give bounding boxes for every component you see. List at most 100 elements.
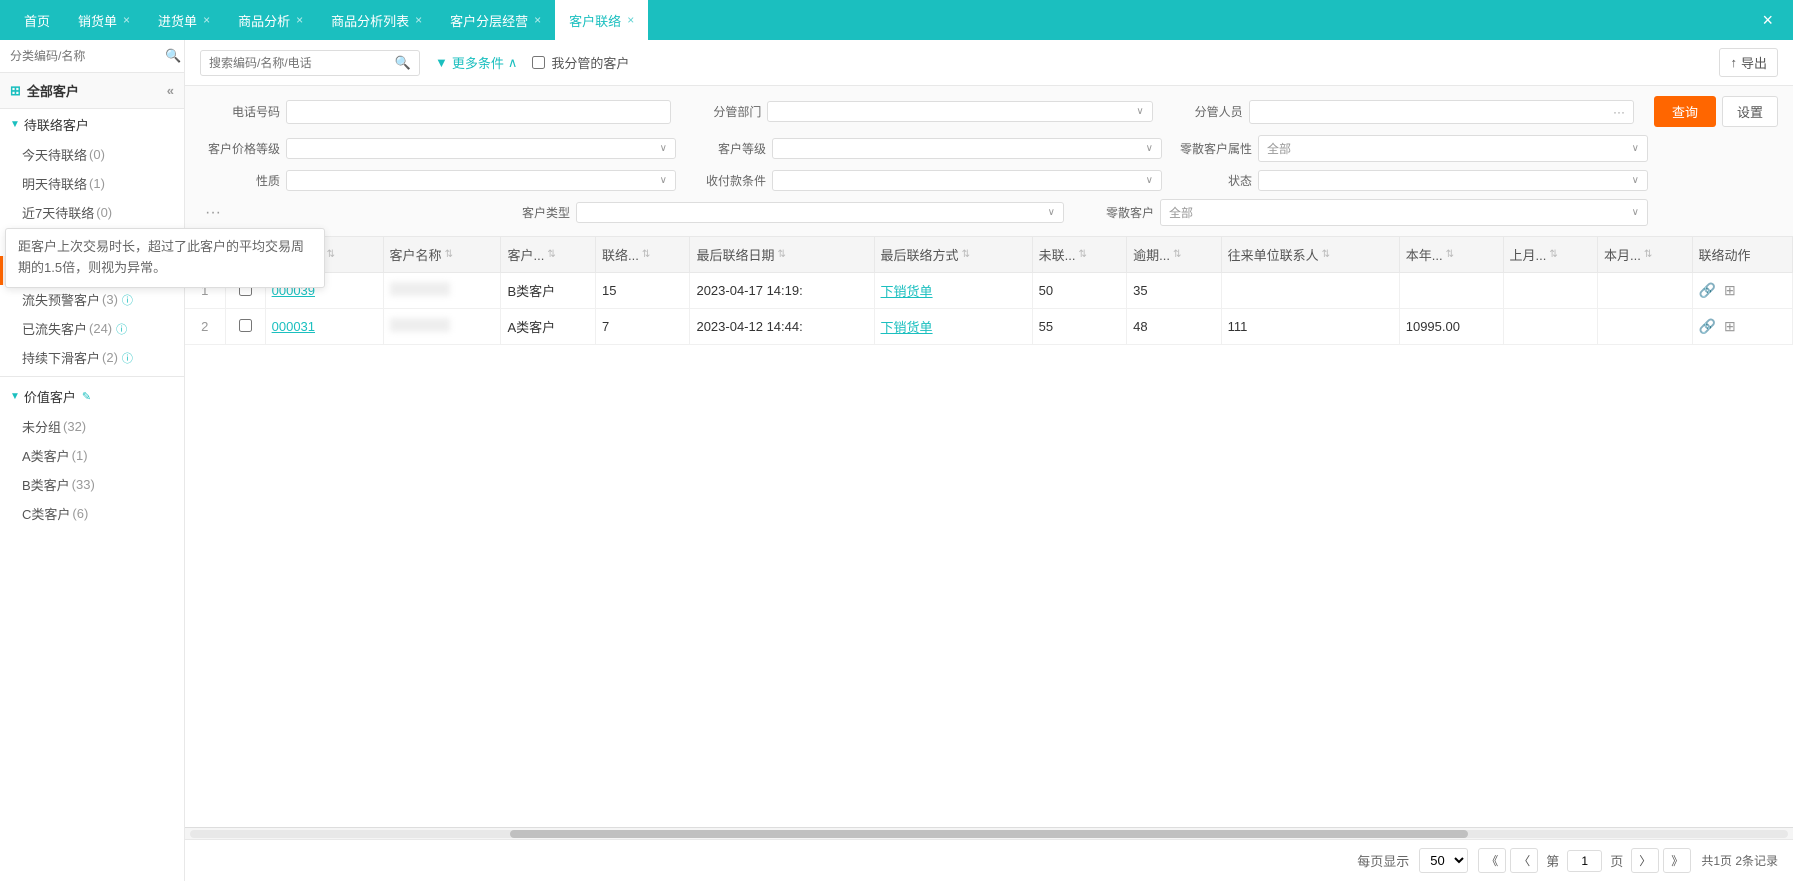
- export-button[interactable]: ↑ 导出: [1719, 48, 1778, 77]
- person-dots[interactable]: ···: [1613, 105, 1625, 119]
- page-size-select[interactable]: 50: [1419, 848, 1468, 873]
- nav-product-analysis-close[interactable]: ×: [296, 13, 303, 27]
- price-level-chevron: ∨: [660, 143, 667, 154]
- horizontal-scrollbar[interactable]: [185, 827, 1793, 839]
- nav-product-analysis-list-close[interactable]: ×: [415, 13, 422, 27]
- col-not-contact-sort[interactable]: 未联... ⇅: [1039, 245, 1121, 264]
- sidebar-item-tomorrow[interactable]: 明天待联络(1): [0, 169, 184, 198]
- dept-select[interactable]: ∨: [767, 101, 1152, 122]
- pagination-bar: 每页显示 50 《 〈 第 页 〉 》 共1页 2条记录: [185, 839, 1793, 881]
- prev-page-btn[interactable]: 〈: [1510, 848, 1538, 873]
- sidebar-item-a-class[interactable]: A类客户(1): [0, 441, 184, 470]
- pending-contact-group-header[interactable]: ▼ 待联络客户: [0, 109, 184, 140]
- page-number-input[interactable]: [1567, 850, 1602, 872]
- col-last-month-sort[interactable]: 上月... ⇅: [1510, 245, 1592, 264]
- sort-icon-date: ⇅: [777, 250, 785, 260]
- nav-home[interactable]: 首页: [10, 0, 64, 40]
- col-this-month-sort[interactable]: 本月... ⇅: [1604, 245, 1686, 264]
- row1-action-grid-icon[interactable]: ⊞: [1724, 282, 1736, 299]
- nav-product-analysis-list[interactable]: 商品分析列表 ×: [317, 0, 436, 40]
- row2-action-link-icon[interactable]: 🔗: [1699, 318, 1716, 335]
- window-close-button[interactable]: ×: [1752, 10, 1783, 31]
- retail-customer-select[interactable]: 全部 ∨: [1160, 199, 1648, 226]
- sidebar-search-container: 🔍: [0, 40, 184, 73]
- nav-purchase-order[interactable]: 进货单 ×: [144, 0, 224, 40]
- col-not-contact: 未联... ⇅: [1032, 237, 1127, 273]
- filter-search-container: 🔍: [200, 50, 420, 76]
- sidebar-item-c-class[interactable]: C类客户(6): [0, 499, 184, 528]
- row1-last-date: 2023-04-17 14:19:: [690, 273, 874, 309]
- price-level-select[interactable]: ∨: [286, 138, 676, 159]
- sidebar-item-declining[interactable]: 持续下滑客户(2) ⓘ: [0, 343, 184, 372]
- col-unit-contacts: 往来单位联系人 ⇅: [1221, 237, 1399, 273]
- col-name-sort[interactable]: 客户名称 ⇅: [390, 245, 495, 264]
- filter-search-input[interactable]: [209, 56, 395, 70]
- phone-input[interactable]: [286, 100, 671, 124]
- gender-select[interactable]: ∨: [286, 170, 676, 191]
- sidebar-search-input[interactable]: [10, 49, 165, 63]
- sidebar-collapse-btn[interactable]: «: [167, 83, 174, 98]
- row2-action-grid-icon[interactable]: ⊞: [1724, 318, 1736, 335]
- col-unit-contacts-sort[interactable]: 往来单位联系人 ⇅: [1228, 245, 1393, 264]
- nav-customer-contact[interactable]: 客户联络 ×: [555, 0, 648, 40]
- next-page-btn[interactable]: 〉: [1631, 848, 1659, 873]
- nav-customer-segment-close[interactable]: ×: [534, 13, 541, 27]
- customer-type-field: 客户类型 ∨: [490, 202, 1064, 223]
- settings-button[interactable]: 设置: [1722, 96, 1778, 127]
- sort-icon-name: ⇅: [445, 250, 453, 260]
- sidebar: 🔍 ⊞ 全部客户 « ▼ 待联络客户 今天待联络(0) 明天待联络(1) 近7天…: [0, 40, 185, 881]
- sidebar-search-icon[interactable]: 🔍: [165, 48, 181, 64]
- sidebar-item-loss-warning[interactable]: 流失预警客户(3) ⓘ: [0, 285, 184, 314]
- sidebar-item-b-class[interactable]: B类客户(33): [0, 470, 184, 499]
- info-icon-lost: ⓘ: [116, 321, 127, 337]
- query-button[interactable]: 查询: [1654, 96, 1716, 127]
- col-last-date-sort[interactable]: 最后联络日期 ⇅: [696, 245, 867, 264]
- row2-this-month: [1598, 309, 1693, 345]
- row1-action: 🔗 ⊞: [1692, 273, 1793, 309]
- row2-last-method[interactable]: 下销货单: [874, 309, 1032, 345]
- main-layout: 🔍 ⊞ 全部客户 « ▼ 待联络客户 今天待联络(0) 明天待联络(1) 近7天…: [0, 40, 1793, 881]
- row-dots[interactable]: ···: [200, 204, 226, 222]
- first-page-btn[interactable]: 《: [1478, 848, 1506, 873]
- level-select[interactable]: ∨: [772, 138, 1162, 159]
- status-select[interactable]: ∨: [1258, 170, 1648, 191]
- retail-attr-select[interactable]: 全部 ∨: [1258, 135, 1648, 162]
- row2-code[interactable]: 000031: [265, 309, 383, 345]
- col-customer-type-sort[interactable]: 客户... ⇅: [507, 245, 589, 264]
- customer-type-chevron: ∨: [1048, 207, 1055, 218]
- more-conditions-btn[interactable]: ▼ 更多条件 ∧: [435, 53, 517, 72]
- sort-icon-contact: ⇅: [642, 250, 650, 260]
- nav-customer-contact-close[interactable]: ×: [627, 13, 634, 27]
- sidebar-item-7days[interactable]: 近7天待联络(0): [0, 198, 184, 227]
- row1-contact: 15: [595, 273, 690, 309]
- sidebar-item-today[interactable]: 今天待联络(0): [0, 140, 184, 169]
- customer-type-select[interactable]: ∨: [576, 202, 1064, 223]
- nav-purchase-order-close[interactable]: ×: [203, 13, 210, 27]
- sidebar-item-unclassified[interactable]: 未分组(32): [0, 412, 184, 441]
- my-customers-checkbox[interactable]: [532, 56, 545, 69]
- scroll-thumb[interactable]: [510, 830, 1469, 838]
- edit-value-icon[interactable]: ✎: [82, 390, 91, 403]
- retail-attr-chevron: ∨: [1632, 143, 1639, 154]
- row1-action-link-icon[interactable]: 🔗: [1699, 282, 1716, 299]
- row1-last-method[interactable]: 下销货单: [874, 273, 1032, 309]
- nav-sales-order-close[interactable]: ×: [123, 13, 130, 27]
- nav-sales-order[interactable]: 销货单 ×: [64, 0, 144, 40]
- value-customers-group-header[interactable]: ▼ 价值客户 ✎: [0, 381, 184, 412]
- filter-search-icon[interactable]: 🔍: [395, 55, 411, 71]
- row1-unit-contacts: [1221, 273, 1399, 309]
- col-contact-sort[interactable]: 联络... ⇅: [602, 245, 684, 264]
- payment-select[interactable]: ∨: [772, 170, 1162, 191]
- person-select[interactable]: ···: [1249, 100, 1634, 124]
- last-page-btn[interactable]: 》: [1663, 848, 1691, 873]
- row2-name: [383, 309, 501, 345]
- nav-product-analysis[interactable]: 商品分析 ×: [224, 0, 317, 40]
- col-last-method-sort[interactable]: 最后联络方式 ⇅: [881, 245, 1026, 264]
- row2-select-checkbox[interactable]: [239, 319, 252, 332]
- sidebar-item-lost[interactable]: 已流失客户(24) ⓘ: [0, 314, 184, 343]
- col-this-year-sort[interactable]: 本年... ⇅: [1406, 245, 1497, 264]
- nav-customer-segment[interactable]: 客户分层经营 ×: [436, 0, 555, 40]
- col-overdue-sort[interactable]: 逾期... ⇅: [1133, 245, 1215, 264]
- row2-checkbox[interactable]: [225, 309, 265, 345]
- export-icon: ↑: [1730, 55, 1737, 70]
